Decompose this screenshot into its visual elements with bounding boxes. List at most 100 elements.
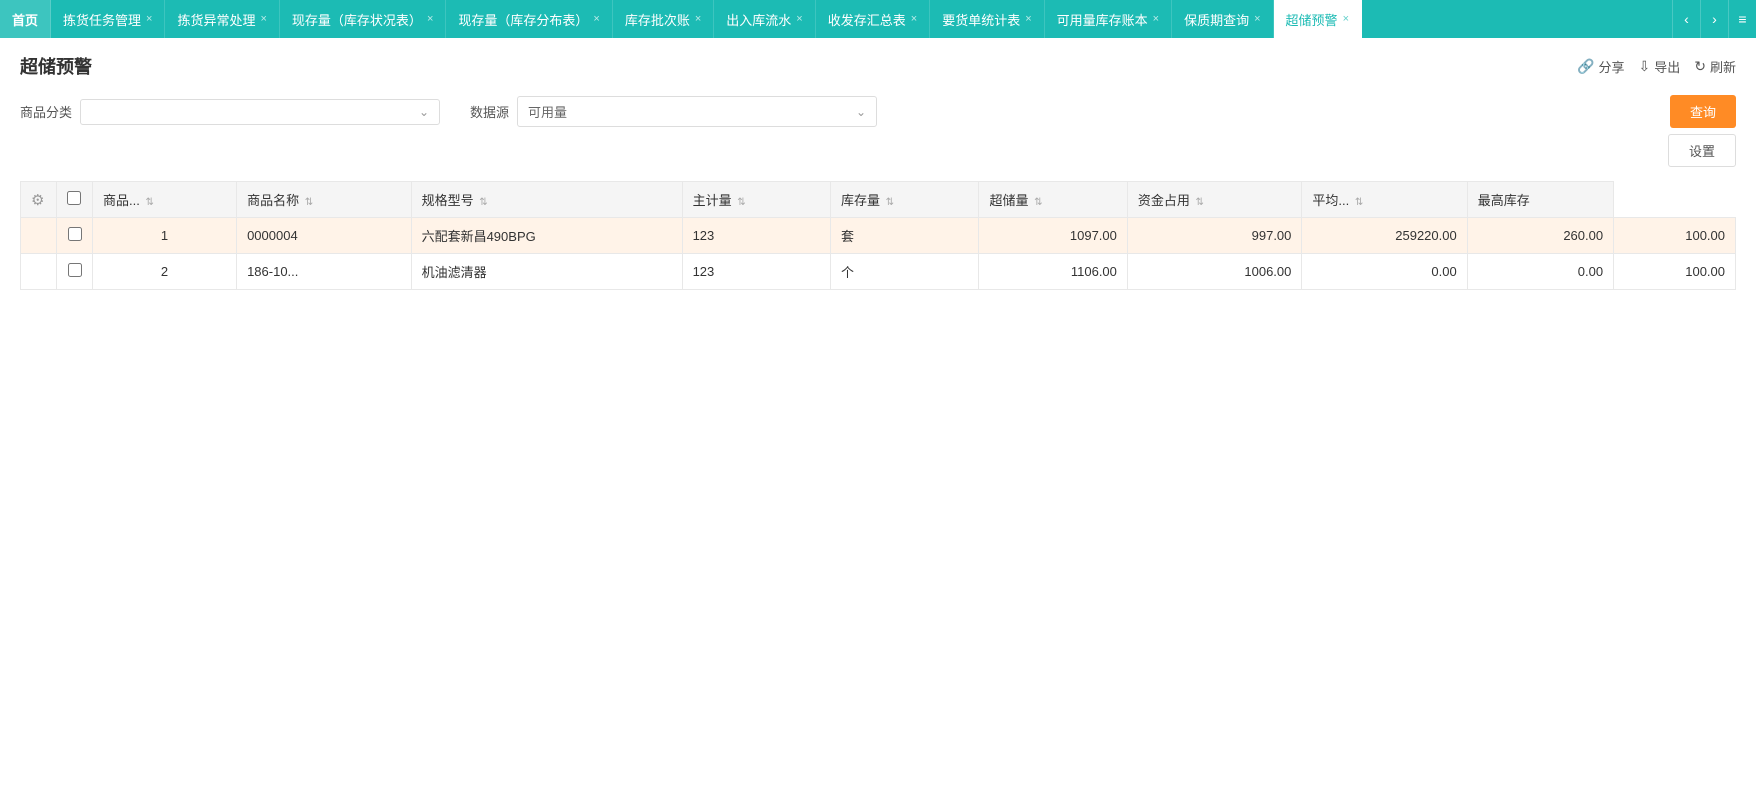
select-all-checkbox[interactable]	[67, 191, 81, 205]
sort-icon-product-name: ⇅	[305, 197, 313, 208]
row-product-code: 186-10...	[237, 254, 412, 290]
th-product-name[interactable]: 商品名称 ⇅	[237, 182, 412, 218]
top-navigation: 首页 拣货任务管理×拣货异常处理×现存量（库存状况表）×现存量（库存分布表）×库…	[0, 0, 1756, 38]
datasource-label: 数据源	[470, 102, 509, 121]
row-product-name: 六配套新昌490BPG	[411, 218, 682, 254]
share-icon: 🔗	[1577, 58, 1594, 75]
th-overstock[interactable]: 超储量 ⇅	[979, 182, 1127, 218]
nav-close-icon[interactable]: ×	[146, 13, 152, 25]
data-table: ⚙ 商品... ⇅ 商品名称 ⇅ 规格型号 ⇅ 主计量	[20, 181, 1736, 290]
nav-close-icon[interactable]: ×	[1153, 13, 1159, 25]
nav-item-inventory-status[interactable]: 现存量（库存状况表） ×	[280, 0, 446, 38]
th-unit-label: 主计量	[693, 193, 732, 208]
nav-item-quality-check[interactable]: 保质期查询 ×	[1172, 0, 1273, 38]
th-capital-label: 资金占用	[1138, 193, 1190, 208]
share-label: 分享	[1598, 57, 1624, 76]
settings-row: 设置	[20, 134, 1736, 167]
nav-home[interactable]: 首页	[0, 0, 51, 38]
th-overstock-label: 超储量	[989, 193, 1028, 208]
th-gear: ⚙	[21, 182, 57, 218]
nav-item-order-stats[interactable]: 要货单统计表×	[930, 0, 1044, 38]
nav-item-label: 保质期查询	[1184, 10, 1249, 29]
query-button[interactable]: 查询	[1670, 95, 1736, 128]
share-action[interactable]: 🔗 分享	[1577, 57, 1624, 76]
nav-item-abnormal[interactable]: 拣货异常处理×	[165, 0, 279, 38]
th-product-name-label: 商品名称	[247, 193, 299, 208]
th-checkbox	[57, 182, 93, 218]
nav-close-icon[interactable]: ×	[1343, 13, 1349, 25]
th-avg[interactable]: 平均... ⇅	[1302, 182, 1467, 218]
page-title-row: 超储预警 🔗 分享 ⇩ 导出 ↻ 刷新	[20, 53, 1736, 79]
row-product-name: 机油滤清器	[411, 254, 682, 290]
datasource-chevron-icon: ⌄	[856, 105, 866, 119]
row-avg: 260.00	[1467, 218, 1613, 254]
sort-icon-product-code: ⇅	[145, 197, 153, 208]
nav-item-collect-summary[interactable]: 收发存汇总表×	[816, 0, 930, 38]
nav-arrows: ‹ › ≡	[1672, 0, 1756, 38]
page-content: 超储预警 🔗 分享 ⇩ 导出 ↻ 刷新 商品分类 ⌄ 数据源	[0, 38, 1756, 305]
nav-close-icon[interactable]: ×	[260, 13, 266, 25]
datasource-filter-group: 数据源 可用量 ⌄	[470, 96, 877, 127]
nav-close-icon[interactable]: ×	[1025, 13, 1031, 25]
th-spec[interactable]: 规格型号 ⇅	[411, 182, 682, 218]
filter-actions: 查询	[1670, 95, 1736, 128]
nav-item-label: 出入库流水	[726, 10, 791, 29]
row-checkbox-cell	[57, 218, 93, 254]
export-action[interactable]: ⇩ 导出	[1639, 57, 1681, 76]
nav-item-batch-account[interactable]: 库存批次账 ×	[613, 0, 714, 38]
category-label: 商品分类	[20, 102, 72, 121]
nav-item-label: 库存批次账	[625, 10, 690, 29]
row-avg: 0.00	[1467, 254, 1613, 290]
nav-item-overstock-warning[interactable]: 超储预警 ×	[1274, 0, 1362, 38]
nav-close-icon[interactable]: ×	[593, 13, 599, 25]
row-checkbox-1[interactable]	[68, 263, 82, 277]
row-overstock: 997.00	[1127, 218, 1302, 254]
nav-close-icon[interactable]: ×	[911, 13, 917, 25]
row-product-code: 0000004	[237, 218, 412, 254]
row-max-stock: 100.00	[1614, 254, 1736, 290]
gear-icon[interactable]: ⚙	[31, 192, 44, 209]
settings-button[interactable]: 设置	[1668, 134, 1736, 167]
nav-close-icon[interactable]: ×	[427, 13, 433, 25]
row-unit: 个	[831, 254, 979, 290]
category-filter-group: 商品分类 ⌄	[20, 99, 440, 125]
th-max-stock-label: 最高库存	[1478, 193, 1530, 208]
th-max-stock[interactable]: 最高库存	[1467, 182, 1613, 218]
row-checkbox-0[interactable]	[68, 227, 82, 241]
nav-item-task-mgmt[interactable]: 拣货任务管理 ×	[51, 0, 165, 38]
nav-item-inout-flow[interactable]: 出入库流水 ×	[714, 0, 815, 38]
row-unit: 套	[831, 218, 979, 254]
th-spec-label: 规格型号	[422, 193, 474, 208]
nav-prev-arrow[interactable]: ‹	[1672, 0, 1700, 38]
nav-more-arrow[interactable]: ≡	[1728, 0, 1756, 38]
nav-item-label: 拣货任务管理	[63, 10, 141, 29]
nav-item-available-account[interactable]: 可用量库存账本 ×	[1045, 0, 1172, 38]
nav-close-icon[interactable]: ×	[796, 13, 802, 25]
th-product-code[interactable]: 商品... ⇅	[93, 182, 237, 218]
row-spec: 123	[682, 254, 830, 290]
row-stock: 1106.00	[979, 254, 1127, 290]
refresh-action[interactable]: ↻ 刷新	[1694, 57, 1736, 76]
nav-item-label: 超储预警	[1286, 10, 1338, 29]
nav-item-label: 可用量库存账本	[1057, 10, 1148, 29]
category-select[interactable]: ⌄	[80, 99, 440, 125]
sort-icon-overstock: ⇅	[1034, 197, 1042, 208]
nav-item-inventory-dist[interactable]: 现存量（库存分布表）×	[446, 0, 612, 38]
sort-icon-stock: ⇅	[886, 197, 894, 208]
th-unit[interactable]: 主计量 ⇅	[682, 182, 830, 218]
th-stock[interactable]: 库存量 ⇅	[831, 182, 979, 218]
nav-next-arrow[interactable]: ›	[1700, 0, 1728, 38]
table-row: 2 186-10... 机油滤清器 123 个 1106.00 1006.00 …	[21, 254, 1736, 290]
sort-icon-capital: ⇅	[1196, 197, 1204, 208]
nav-item-label: 现存量（库存状况表）	[292, 10, 422, 29]
nav-close-icon[interactable]: ×	[695, 13, 701, 25]
table-row: 1 0000004 六配套新昌490BPG 123 套 1097.00 997.…	[21, 218, 1736, 254]
datasource-select-value: 可用量	[528, 102, 567, 121]
refresh-icon: ↻	[1694, 58, 1706, 75]
sort-icon-spec: ⇅	[479, 197, 487, 208]
refresh-label: 刷新	[1710, 57, 1736, 76]
nav-close-icon[interactable]: ×	[1254, 13, 1260, 25]
datasource-select[interactable]: 可用量 ⌄	[517, 96, 877, 127]
th-capital[interactable]: 资金占用 ⇅	[1127, 182, 1302, 218]
category-chevron-icon: ⌄	[419, 105, 429, 119]
